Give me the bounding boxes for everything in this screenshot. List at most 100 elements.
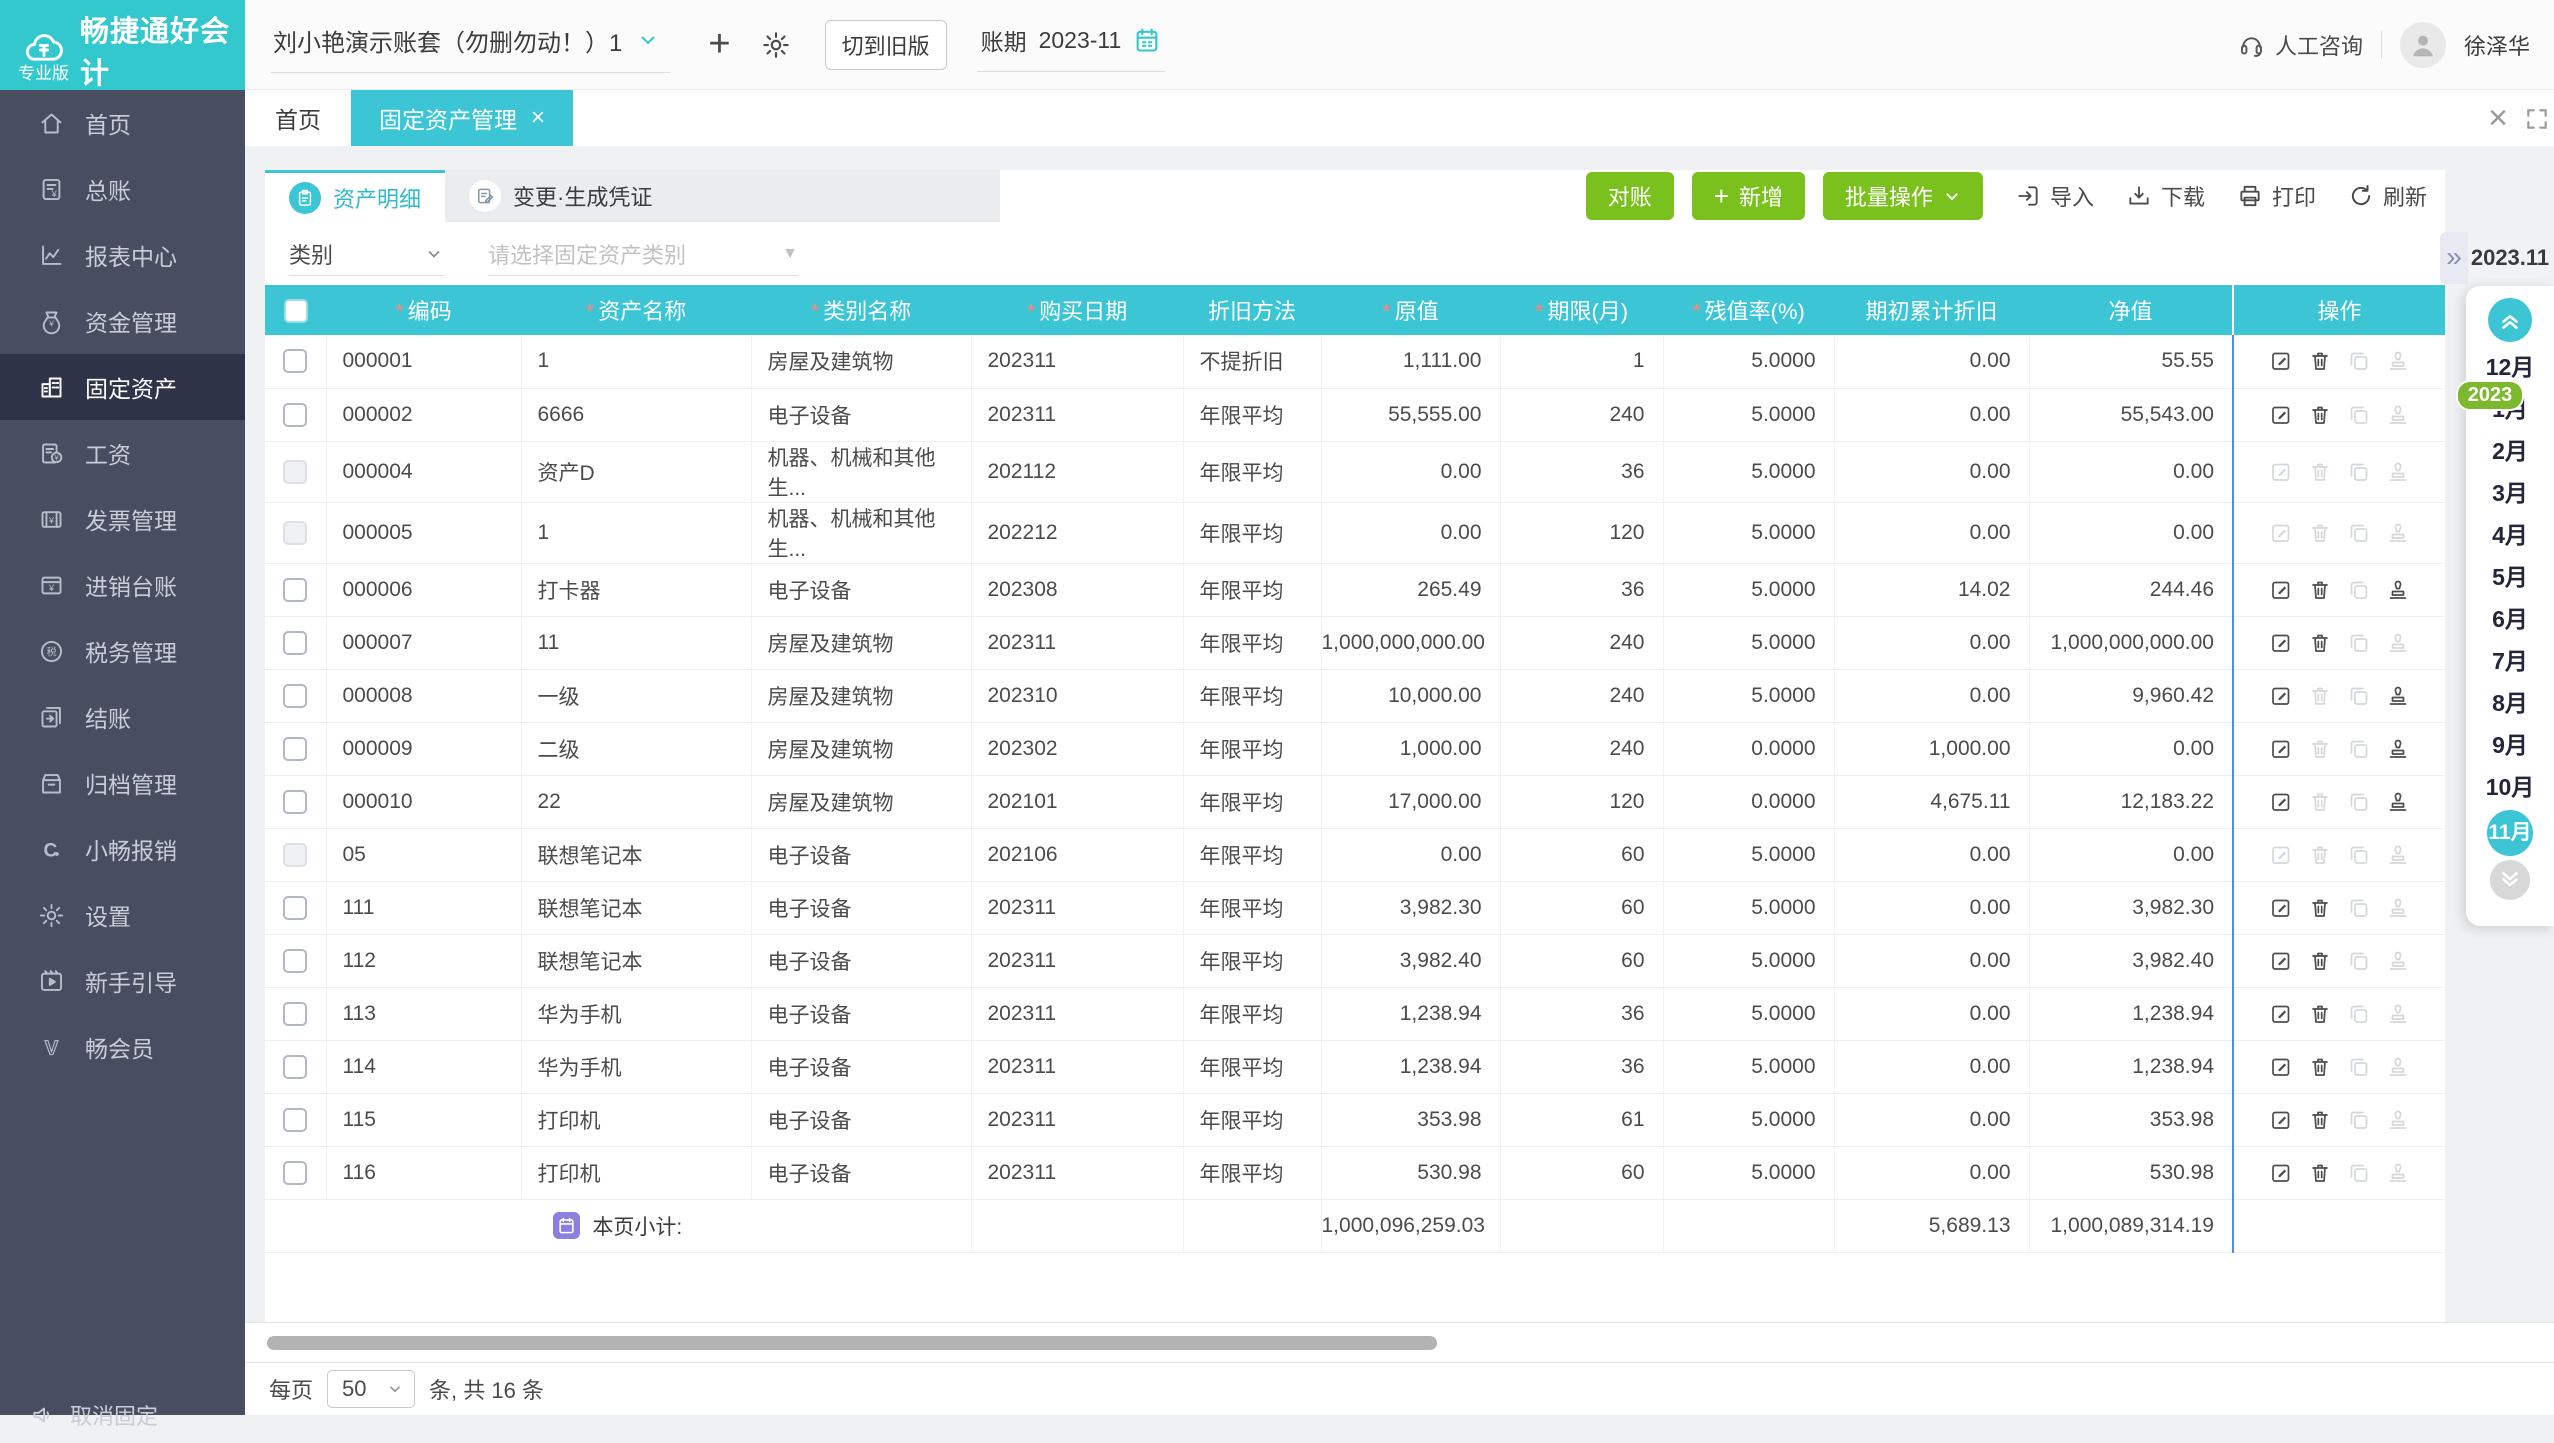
calendar-month[interactable]: 9月: [2492, 724, 2528, 766]
delete-icon[interactable]: [2308, 578, 2332, 602]
switch-old-version-button[interactable]: 切到旧版: [824, 19, 947, 70]
per-page-select[interactable]: 50: [327, 1370, 416, 1408]
row-checkbox[interactable]: [283, 402, 308, 427]
tab-home[interactable]: 首页: [245, 90, 351, 146]
calendar-scroll-up-button[interactable]: [2488, 298, 2532, 342]
row-checkbox[interactable]: [283, 1001, 308, 1026]
category-filter-select[interactable]: 类别: [289, 232, 444, 276]
delete-icon[interactable]: [2308, 896, 2332, 920]
edit-icon[interactable]: [2269, 1108, 2293, 1132]
edit-icon[interactable]: [2269, 790, 2293, 814]
add-button[interactable]: + 新增: [1691, 172, 1805, 220]
delete-icon[interactable]: [2308, 1108, 2332, 1132]
sidebar-item-archive[interactable]: 归档管理: [0, 750, 245, 816]
sidebar-item-general-ledger[interactable]: ¥ 总账: [0, 156, 245, 222]
close-icon[interactable]: ×: [2488, 100, 2508, 136]
row-checkbox[interactable]: [283, 1107, 308, 1132]
delete-icon[interactable]: [2308, 1055, 2332, 1079]
cell-init_dep: 0.00: [1834, 441, 2030, 503]
support-link[interactable]: 人工咨询: [2238, 29, 2363, 61]
sidebar-item-guide[interactable]: 新手引导: [0, 948, 245, 1014]
calendar-month[interactable]: 7月: [2492, 640, 2528, 682]
edit-icon[interactable]: [2269, 631, 2293, 655]
sidebar-item-purchase-sales[interactable]: ¥ 进销台账: [0, 552, 245, 618]
avatar[interactable]: [2399, 21, 2446, 68]
calendar-month[interactable]: 5月: [2492, 556, 2528, 598]
delete-icon[interactable]: [2308, 1002, 2332, 1026]
calendar-month[interactable]: 8月: [2492, 682, 2528, 724]
calendar-month[interactable]: 2月: [2492, 430, 2528, 472]
sidebar-item-fixed-assets[interactable]: 固定资产: [0, 354, 245, 420]
tab-fixed-assets[interactable]: 固定资产管理 ×: [351, 90, 574, 146]
sidebar-item-report-center[interactable]: 报表中心: [0, 222, 245, 288]
row-checkbox[interactable]: [283, 736, 308, 761]
edit-icon[interactable]: [2269, 403, 2293, 427]
edit-icon[interactable]: [2269, 684, 2293, 708]
sidebar-item-tax[interactable]: 税 税务管理: [0, 618, 245, 684]
calendar-collapse-button[interactable]: »: [2440, 232, 2468, 284]
subtab-change-voucher[interactable]: 变更·生成凭证: [445, 170, 676, 222]
delete-icon[interactable]: [2308, 1161, 2332, 1185]
sidebar-item-member[interactable]: V 畅会员: [0, 1014, 245, 1080]
stamp-icon: [2386, 521, 2410, 545]
table-row: 000004 资产D 机器、机械和其他生... 202112 年限平均 0.00 36 5.0…: [265, 441, 2445, 503]
delete-icon[interactable]: [2308, 403, 2332, 427]
edit-icon[interactable]: [2269, 896, 2293, 920]
tab-close-icon[interactable]: ×: [531, 104, 545, 132]
row-checkbox[interactable]: [283, 349, 308, 374]
row-checkbox[interactable]: [283, 1054, 308, 1079]
select-all-checkbox[interactable]: [283, 299, 308, 324]
edit-icon[interactable]: [2269, 349, 2293, 373]
delete-icon[interactable]: [2308, 349, 2332, 373]
row-checkbox[interactable]: [283, 630, 308, 655]
period-picker[interactable]: 账期 2023-11: [976, 17, 1166, 72]
sidebar-item-funds[interactable]: ¥ 资金管理: [0, 288, 245, 354]
sidebar-footer[interactable]: 取消固定: [0, 1387, 245, 1443]
row-checkbox[interactable]: [283, 948, 308, 973]
stamp-icon[interactable]: [2386, 578, 2410, 602]
calendar-month[interactable]: 3月: [2492, 472, 2528, 514]
row-checkbox[interactable]: [283, 895, 308, 920]
stamp-icon[interactable]: [2386, 737, 2410, 761]
import-button[interactable]: 导入: [2015, 180, 2094, 212]
calendar-month[interactable]: 4月: [2492, 514, 2528, 556]
row-checkbox[interactable]: [283, 789, 308, 814]
delete-icon[interactable]: [2308, 631, 2332, 655]
row-checkbox[interactable]: [283, 577, 308, 602]
edit-icon[interactable]: [2269, 1055, 2293, 1079]
category-filter-input[interactable]: 请选择固定资产类别 ▼: [488, 232, 798, 276]
edit-icon[interactable]: [2269, 578, 2293, 602]
calendar-month[interactable]: 10月: [2486, 766, 2535, 808]
calendar-month[interactable]: 6月: [2492, 598, 2528, 640]
horizontal-scrollbar-thumb[interactable]: [267, 1336, 1437, 1350]
batch-actions-button[interactable]: 批量操作: [1822, 172, 1983, 220]
download-button[interactable]: 下载: [2126, 180, 2205, 212]
cell-method: 年限平均: [1183, 441, 1322, 503]
sidebar-item-salary[interactable]: ¥ 工资: [0, 420, 245, 486]
stamp-icon[interactable]: [2386, 790, 2410, 814]
refresh-button[interactable]: 刷新: [2348, 180, 2427, 212]
print-button[interactable]: 打印: [2237, 180, 2316, 212]
voucher-icon: [2347, 1161, 2371, 1185]
row-checkbox[interactable]: [283, 1160, 308, 1185]
reconcile-button[interactable]: 对账: [1585, 172, 1674, 220]
row-checkbox[interactable]: [283, 683, 308, 708]
add-account-button[interactable]: +: [708, 23, 730, 66]
sidebar-item-closing[interactable]: 结账: [0, 684, 245, 750]
subtab-asset-detail[interactable]: 资产明细: [265, 170, 446, 222]
edit-icon[interactable]: [2269, 737, 2293, 761]
sidebar-item-home[interactable]: 首页: [0, 90, 245, 156]
edit-icon[interactable]: [2269, 1002, 2293, 1026]
sidebar-item-settings[interactable]: 设置: [0, 882, 245, 948]
stamp-icon[interactable]: [2386, 684, 2410, 708]
sidebar-item-invoice[interactable]: ¥ 发票管理: [0, 486, 245, 552]
fullscreen-icon[interactable]: [2524, 106, 2550, 132]
edit-icon[interactable]: [2269, 1161, 2293, 1185]
gear-icon[interactable]: [761, 30, 791, 60]
account-selector[interactable]: 刘小艳演示账套（勿删勿动！）1: [271, 17, 671, 73]
calendar-month[interactable]: 11月: [2487, 810, 2533, 856]
calendar-scroll-down-button[interactable]: [2490, 860, 2530, 900]
delete-icon[interactable]: [2308, 949, 2332, 973]
edit-icon[interactable]: [2269, 949, 2293, 973]
sidebar-item-reimburse[interactable]: C 小畅报销: [0, 816, 245, 882]
